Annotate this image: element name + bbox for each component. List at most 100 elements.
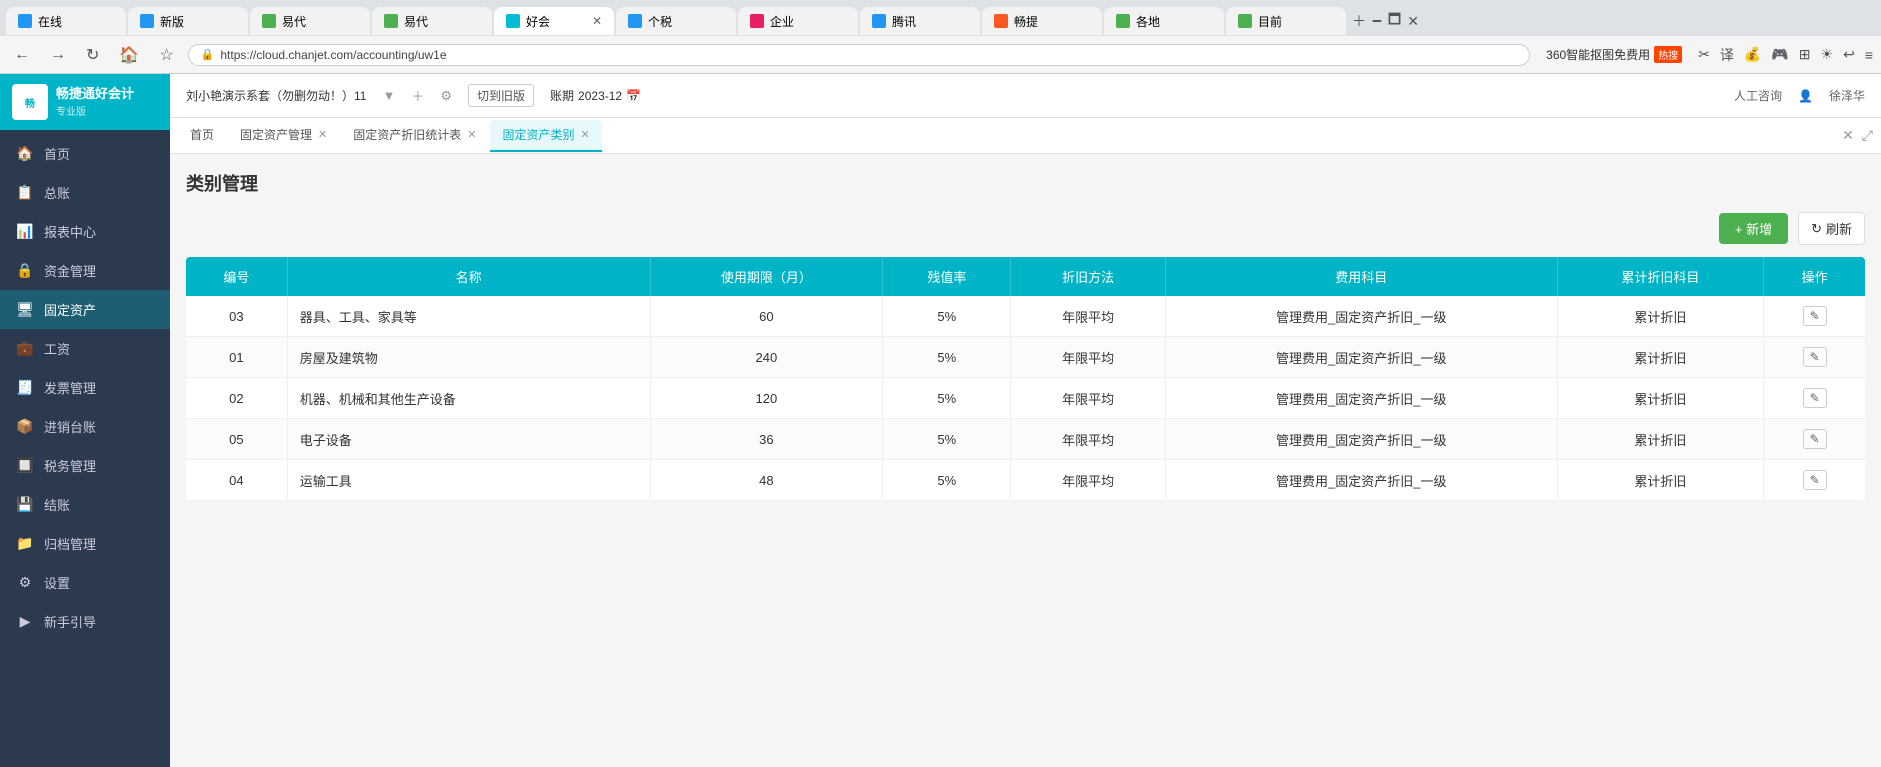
- browser-tab-8[interactable]: 腾讯: [860, 7, 980, 35]
- browser-tab-11[interactable]: 目前: [1226, 7, 1346, 35]
- sidebar-item-funds[interactable]: 🔒 资金管理: [0, 251, 170, 290]
- sidebar-item-purchase[interactable]: 📦 进销台账: [0, 407, 170, 446]
- translate-icon[interactable]: 译: [1720, 45, 1734, 65]
- cell-accumulated: 累计折旧: [1557, 419, 1764, 460]
- new-tab-btn[interactable]: ＋: [1352, 11, 1366, 31]
- browser-tab-9[interactable]: 畅提: [982, 7, 1102, 35]
- sidebar-item-checkout[interactable]: 💾 结账: [0, 485, 170, 524]
- tab-window-expand[interactable]: ⤢: [1862, 127, 1873, 144]
- header-user: 刘小艳演示系套（勿删勿动！）11: [186, 87, 366, 104]
- browser-tab-9-label: 畅提: [1014, 13, 1038, 30]
- browser-toolbar-right: ✂ 译 💰 🎮 ⊞ ☀ ↩ ≡: [1698, 45, 1873, 65]
- browser-tab-2-label: 新版: [160, 13, 184, 30]
- browser-tab-8-label: 腾讯: [892, 13, 916, 30]
- tab-asset-mgmt[interactable]: 固定资产管理 ✕: [228, 120, 339, 152]
- archive-icon: 📁: [16, 535, 34, 553]
- settings-header-btn[interactable]: ⚙: [440, 88, 452, 104]
- refresh-label: 刷新: [1826, 219, 1852, 238]
- cell-action[interactable]: ✎: [1764, 419, 1865, 460]
- tab-depreciation-close[interactable]: ✕: [467, 128, 476, 141]
- tab-asset-mgmt-close[interactable]: ✕: [318, 128, 327, 141]
- browser-tab-3[interactable]: 易代: [250, 7, 370, 35]
- browser-tab-7[interactable]: 企业: [738, 7, 858, 35]
- consult-label[interactable]: 人工咨询: [1734, 87, 1782, 104]
- switch-version-btn[interactable]: 切到旧版: [468, 84, 534, 107]
- guide-icon: ▶: [16, 613, 34, 631]
- close-btn[interactable]: ✕: [1407, 13, 1419, 30]
- edit-btn[interactable]: ✎: [1803, 429, 1827, 449]
- page-title: 类别管理: [186, 170, 1865, 196]
- reports-icon: 📊: [16, 223, 34, 241]
- calendar-icon[interactable]: 📅: [626, 89, 641, 103]
- minimize-btn[interactable]: 🗕: [1372, 9, 1382, 33]
- cell-action[interactable]: ✎: [1764, 337, 1865, 378]
- sidebar-item-reports-label: 报表中心: [44, 222, 96, 241]
- invoice-icon: 🧾: [16, 379, 34, 397]
- logo-icon-text: 畅: [25, 95, 35, 110]
- sun-icon: ☀: [1821, 46, 1834, 63]
- main-content: 刘小艳演示系套（勿删勿动！）11 ▼ ＋ ⚙ 切到旧版 账期 2023-12 📅…: [170, 74, 1881, 767]
- cell-expense: 管理费用_固定资产折旧_一级: [1165, 337, 1557, 378]
- hot-tag: 热搜: [1654, 46, 1682, 63]
- forward-btn[interactable]: →: [44, 44, 72, 66]
- table-header-row: 编号 名称 使用期限（月） 残值率 折旧方法 费用科目 累计折旧科目 操作: [186, 257, 1865, 296]
- cell-action[interactable]: ✎: [1764, 460, 1865, 501]
- table-row: 02 机器、机械和其他生产设备 120 5% 年限平均 管理费用_固定资产折旧_…: [186, 378, 1865, 419]
- sidebar-item-archive[interactable]: 📁 归档管理: [0, 524, 170, 563]
- edit-btn[interactable]: ✎: [1803, 306, 1827, 326]
- browser-chrome: 在线 新版 易代 易代 好会 ✕ 个税 企业 腾讯: [0, 0, 1881, 74]
- browser-tab-5-close[interactable]: ✕: [592, 14, 602, 28]
- edit-btn[interactable]: ✎: [1803, 347, 1827, 367]
- browser-tab-2[interactable]: 新版: [128, 7, 248, 35]
- tab-category[interactable]: 固定资产类别 ✕: [490, 120, 601, 152]
- edit-btn[interactable]: ✎: [1803, 388, 1827, 408]
- dropdown-arrow[interactable]: ▼: [382, 88, 395, 103]
- grid-icon: ⊞: [1799, 46, 1811, 63]
- add-user-btn[interactable]: ＋: [411, 86, 424, 105]
- cell-expense: 管理费用_固定资产折旧_一级: [1165, 296, 1557, 337]
- cell-action[interactable]: ✎: [1764, 378, 1865, 419]
- sidebar-item-guide[interactable]: ▶ 新手引导: [0, 602, 170, 641]
- tab-window-close[interactable]: ✕: [1842, 127, 1854, 144]
- browser-tab-10[interactable]: 各地: [1104, 7, 1224, 35]
- sidebar-item-invoice-label: 发票管理: [44, 378, 96, 397]
- sidebar-item-settings[interactable]: ⚙ 设置: [0, 563, 170, 602]
- app-header: 刘小艳演示系套（勿删勿动！）11 ▼ ＋ ⚙ 切到旧版 账期 2023-12 📅…: [170, 74, 1881, 118]
- refresh-btn[interactable]: ↻ 刷新: [1798, 212, 1865, 245]
- tab-category-close[interactable]: ✕: [581, 128, 590, 141]
- home-btn[interactable]: 🏠: [113, 43, 145, 67]
- sidebar-item-assets[interactable]: 🖥 固定资产: [0, 290, 170, 329]
- tab-home[interactable]: 首页: [178, 120, 226, 152]
- browser-tab-4[interactable]: 易代: [372, 7, 492, 35]
- col-name: 名称: [287, 257, 650, 296]
- sidebar-item-purchase-label: 进销台账: [44, 417, 96, 436]
- browser-tab-6[interactable]: 个税: [616, 7, 736, 35]
- add-btn[interactable]: + 新增: [1719, 213, 1788, 244]
- bookmark-btn[interactable]: ☆: [153, 43, 179, 67]
- sidebar-item-funds-label: 资金管理: [44, 261, 96, 280]
- sidebar-item-home[interactable]: 🏠 首页: [0, 134, 170, 173]
- cell-method: 年限平均: [1011, 378, 1165, 419]
- cell-months: 120: [650, 378, 883, 419]
- sidebar-item-reports[interactable]: 📊 报表中心: [0, 212, 170, 251]
- maximize-btn[interactable]: 🗖: [1388, 9, 1401, 33]
- lock-icon: 🔒: [201, 48, 215, 61]
- address-input[interactable]: 🔒 https://cloud.chanjet.com/accounting/u…: [188, 44, 1530, 66]
- funds-icon: 🔒: [16, 262, 34, 280]
- edit-btn[interactable]: ✎: [1803, 470, 1827, 490]
- sidebar-item-ledger[interactable]: 📋 总账: [0, 173, 170, 212]
- sidebar: 畅 畅捷通好会计 专业版 🏠 首页 📋 总账 📊 报表中心 🔒 资金管理: [0, 74, 170, 767]
- tab-depreciation[interactable]: 固定资产折旧统计表 ✕: [341, 120, 488, 152]
- sidebar-item-salary[interactable]: 💼 工资: [0, 329, 170, 368]
- data-table: 编号 名称 使用期限（月） 残值率 折旧方法 费用科目 累计折旧科目 操作 03…: [186, 257, 1865, 501]
- refresh-nav-btn[interactable]: ↻: [80, 43, 105, 67]
- browser-tab-5[interactable]: 好会 ✕: [494, 7, 614, 35]
- cell-action[interactable]: ✎: [1764, 296, 1865, 337]
- sidebar-item-invoice[interactable]: 🧾 发票管理: [0, 368, 170, 407]
- back-btn[interactable]: ←: [8, 44, 36, 66]
- browser-tab-1[interactable]: 在线: [6, 7, 126, 35]
- header-right: 人工咨询 👤 徐泽华: [1734, 87, 1865, 104]
- sidebar-item-tax[interactable]: 🔲 税务管理: [0, 446, 170, 485]
- menu-icon[interactable]: ≡: [1865, 47, 1873, 63]
- browser-tab-5-label: 好会: [526, 13, 550, 30]
